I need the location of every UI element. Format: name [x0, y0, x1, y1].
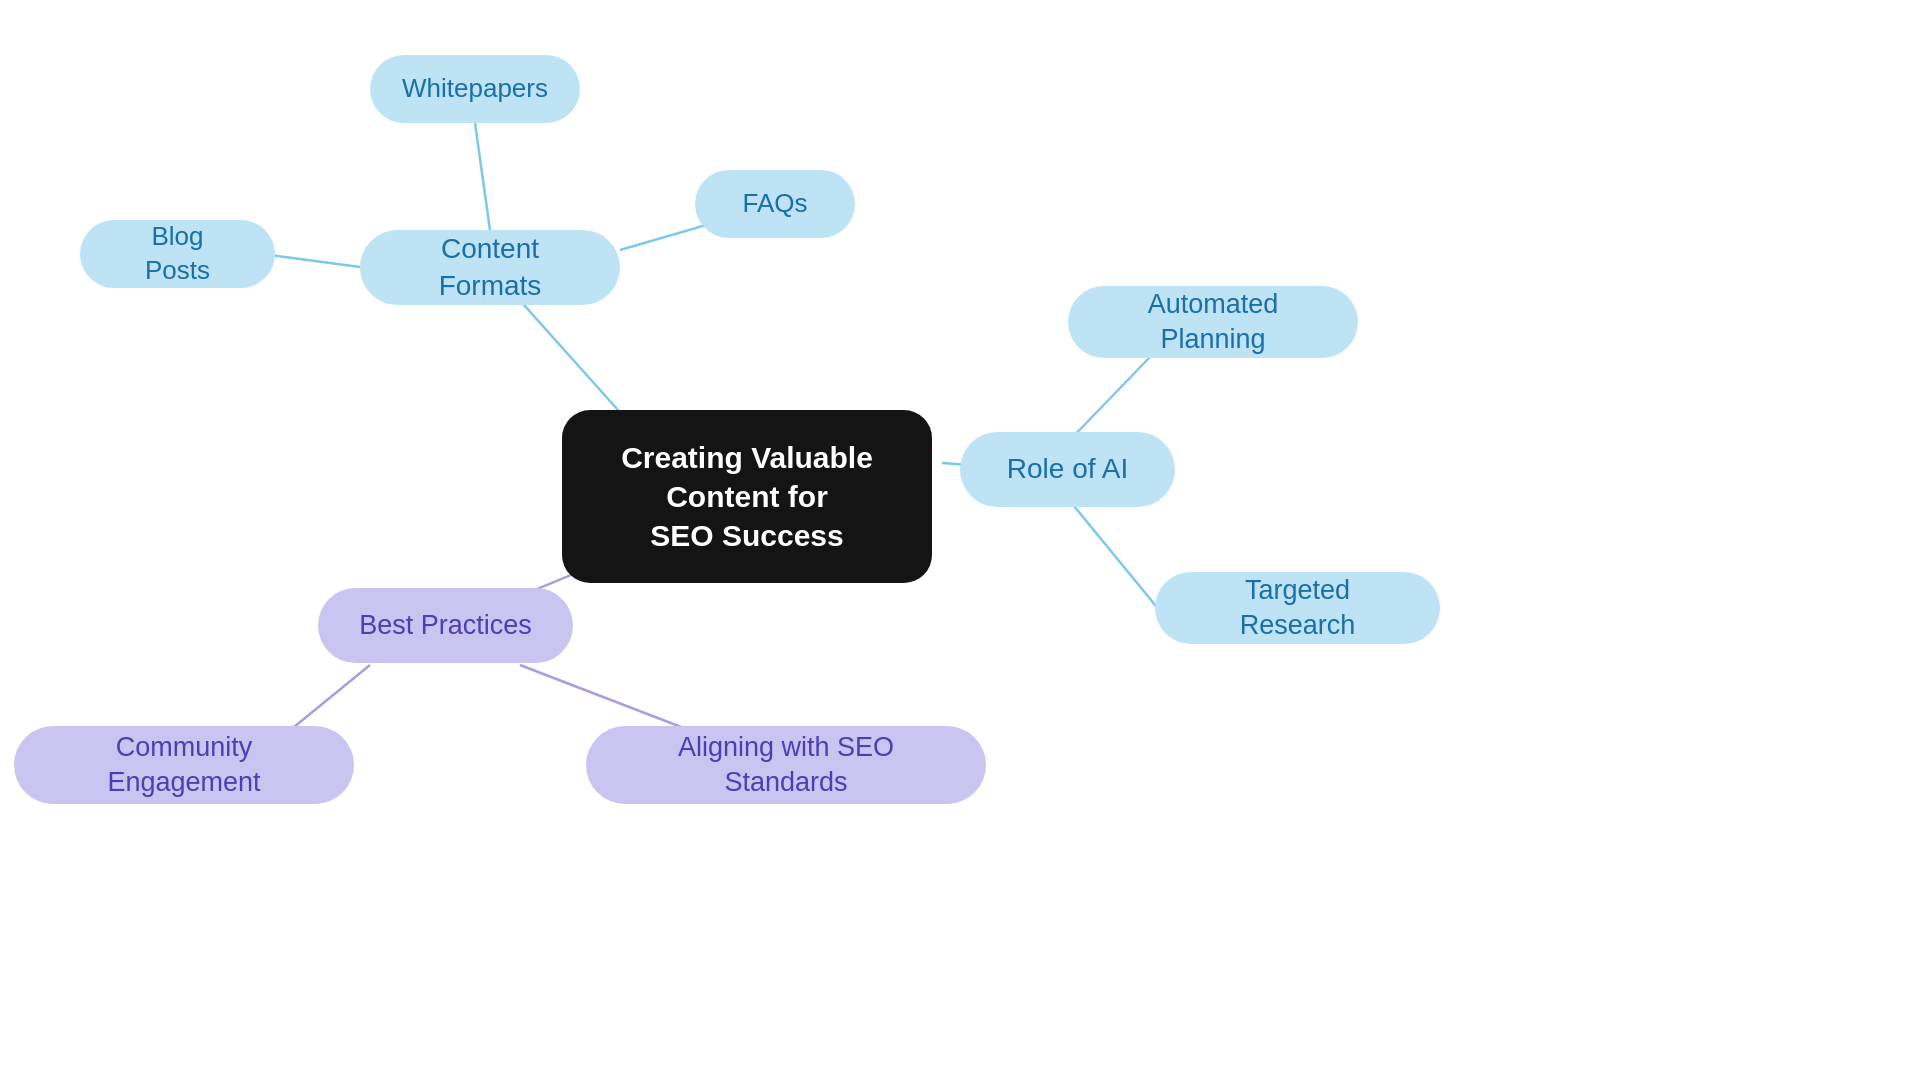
node-role-of-ai: Role of AI	[960, 432, 1175, 507]
node-targeted-research: Targeted Research	[1155, 572, 1440, 644]
svg-line-6	[1065, 495, 1160, 611]
node-whitepapers: Whitepapers	[370, 55, 580, 123]
center-node: Creating Valuable Content for SEO Succes…	[562, 410, 932, 583]
node-community-engagement: Community Engagement	[14, 726, 354, 804]
node-content-formats: Content Formats	[360, 230, 620, 305]
node-aligning-seo: Aligning with SEO Standards	[586, 726, 986, 804]
node-faqs: FAQs	[695, 170, 855, 238]
mindmap-svg	[0, 0, 1920, 1083]
svg-line-2	[270, 255, 360, 267]
svg-line-1	[475, 123, 490, 230]
node-blog-posts: Blog Posts	[80, 220, 275, 288]
node-automated-planning: Automated Planning	[1068, 286, 1358, 358]
node-best-practices: Best Practices	[318, 588, 573, 663]
